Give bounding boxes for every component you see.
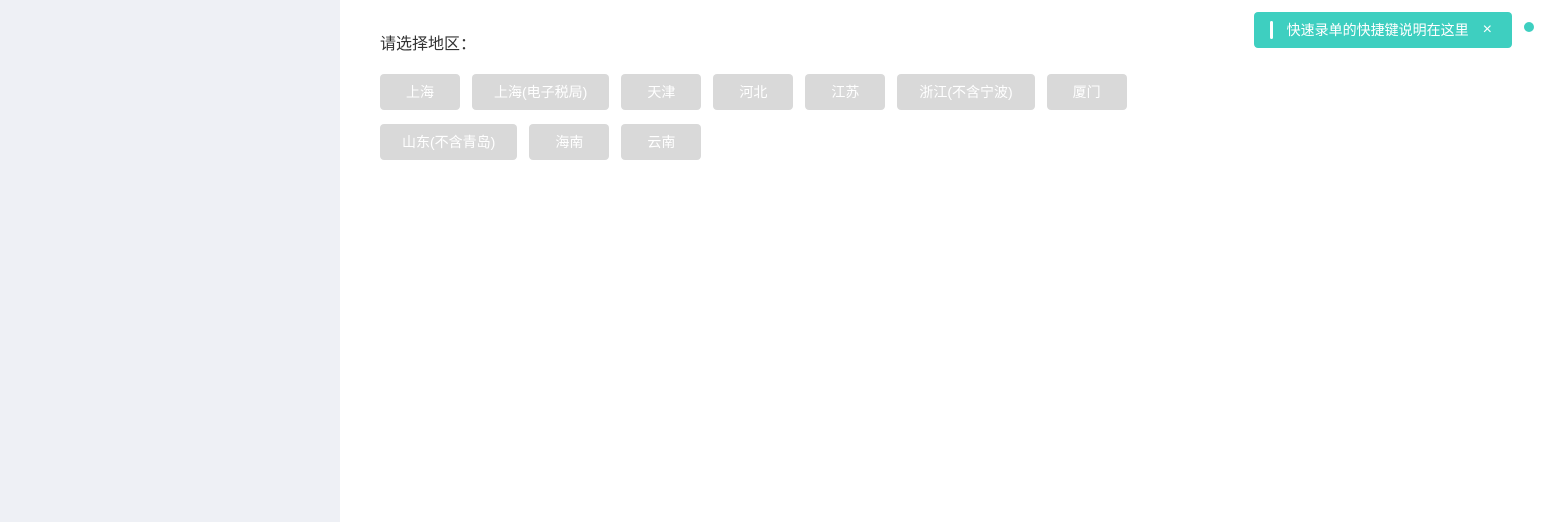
region-btn-hebei[interactable]: 河北	[713, 74, 793, 110]
region-btn-xiamen[interactable]: 厦门	[1047, 74, 1127, 110]
tooltip-close-button[interactable]: ×	[1479, 22, 1496, 38]
region-btn-tianjin[interactable]: 天津	[621, 74, 701, 110]
tooltip-banner: 快速录单的快捷键说明在这里 ×	[1254, 12, 1512, 48]
tooltip-text: 快速录单的快捷键说明在这里	[1287, 20, 1469, 40]
region-btn-yunnan[interactable]: 云南	[621, 124, 701, 160]
region-btn-hainan[interactable]: 海南	[529, 124, 609, 160]
main-content: 请选择地区： 上海 上海(电子税局) 天津 河北 江苏 浙江(不含宁波) 厦门 …	[340, 0, 1562, 522]
region-row-2: 山东(不含青岛) 海南 云南	[380, 124, 1522, 160]
region-btn-shanghai[interactable]: 上海	[380, 74, 460, 110]
region-btn-jiangsu[interactable]: 江苏	[805, 74, 885, 110]
region-btn-zhejiang[interactable]: 浙江(不含宁波)	[897, 74, 1034, 110]
sidebar	[0, 0, 340, 522]
region-btn-shandong[interactable]: 山东(不含青岛)	[380, 124, 517, 160]
region-btn-shanghai-etax[interactable]: 上海(电子税局)	[472, 74, 609, 110]
tooltip-dot	[1524, 22, 1534, 32]
region-row-1: 上海 上海(电子税局) 天津 河北 江苏 浙江(不含宁波) 厦门	[380, 74, 1522, 110]
